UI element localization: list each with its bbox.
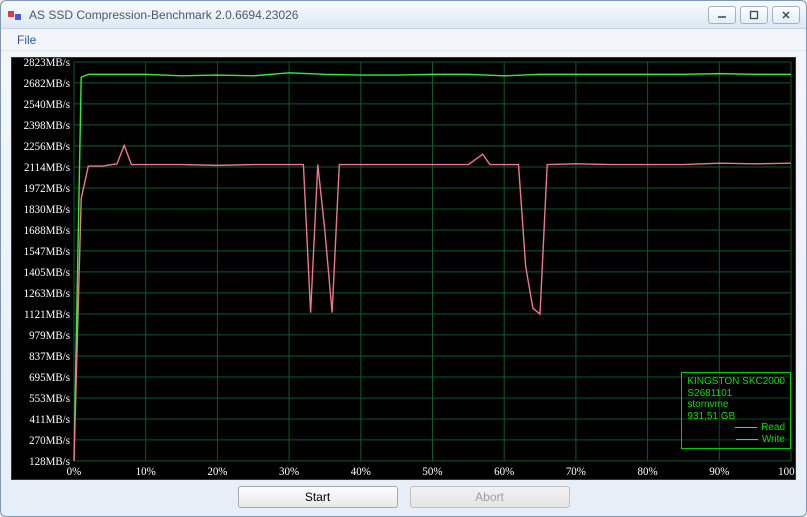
legend-capacity: 931,51 GB (687, 411, 785, 423)
window-controls (708, 6, 800, 24)
compression-chart: 128MB/s 270MB/s 411MB/s 553MB/s 695MB/s 837MB… (12, 58, 795, 479)
legend-device: KINGSTON SKC2000 (687, 376, 785, 388)
svg-text:10%: 10% (136, 466, 156, 478)
svg-text:20%: 20% (207, 466, 227, 478)
svg-text:2823MB/s: 2823MB/s (24, 58, 70, 69)
svg-text:2540MB/s: 2540MB/s (24, 99, 70, 111)
svg-text:128MB/s: 128MB/s (29, 456, 70, 468)
svg-text:1263MB/s: 1263MB/s (24, 288, 70, 300)
svg-text:30%: 30% (279, 466, 299, 478)
svg-text:270MB/s: 270MB/s (29, 435, 70, 447)
legend-box: KINGSTON SKC2000 S2681101 stornvme 931,5… (681, 372, 791, 449)
maximize-icon (749, 10, 759, 20)
legend-read: Read (687, 422, 785, 434)
svg-text:2114MB/s: 2114MB/s (24, 162, 70, 174)
minimize-icon (717, 10, 727, 20)
chart-area: 128MB/s 270MB/s 411MB/s 553MB/s 695MB/s 837MB… (11, 57, 796, 480)
svg-text:0%: 0% (67, 466, 82, 478)
legend-write: Write (687, 434, 785, 446)
svg-text:100%: 100% (778, 466, 795, 478)
legend-read-label: Read (761, 422, 785, 434)
svg-text:40%: 40% (351, 466, 371, 478)
button-row: Start Abort (1, 484, 806, 516)
app-window: AS SSD Compression-Benchmark 2.0.6694.23… (0, 0, 807, 517)
svg-text:90%: 90% (709, 466, 729, 478)
start-button[interactable]: Start (238, 486, 398, 508)
svg-text:60%: 60% (494, 466, 514, 478)
svg-text:1547MB/s: 1547MB/s (24, 246, 70, 258)
window-title: AS SSD Compression-Benchmark 2.0.6694.23… (29, 8, 708, 22)
svg-text:411MB/s: 411MB/s (30, 414, 70, 426)
svg-text:1830MB/s: 1830MB/s (24, 204, 70, 216)
svg-text:70%: 70% (566, 466, 586, 478)
svg-text:2256MB/s: 2256MB/s (24, 141, 70, 153)
legend-swatch-read (735, 427, 757, 428)
close-icon (781, 10, 791, 20)
legend-serial: S2681101 (687, 388, 785, 400)
svg-text:80%: 80% (638, 466, 658, 478)
svg-text:50%: 50% (422, 466, 442, 478)
svg-text:695MB/s: 695MB/s (29, 372, 70, 384)
abort-button: Abort (410, 486, 570, 508)
menu-file[interactable]: File (9, 31, 44, 49)
legend-swatch-write (736, 439, 758, 440)
app-icon (7, 7, 23, 23)
menubar: File (1, 29, 806, 51)
svg-text:553MB/s: 553MB/s (29, 393, 70, 405)
legend-write-label: Write (762, 434, 785, 446)
close-button[interactable] (772, 6, 800, 24)
svg-text:1972MB/s: 1972MB/s (24, 183, 70, 195)
svg-text:1121MB/s: 1121MB/s (24, 309, 70, 321)
svg-text:2682MB/s: 2682MB/s (24, 78, 70, 90)
titlebar: AS SSD Compression-Benchmark 2.0.6694.23… (1, 1, 806, 29)
svg-text:979MB/s: 979MB/s (29, 330, 70, 342)
svg-text:1405MB/s: 1405MB/s (24, 267, 70, 279)
legend-driver: stornvme (687, 399, 785, 411)
svg-text:837MB/s: 837MB/s (29, 351, 70, 363)
maximize-button[interactable] (740, 6, 768, 24)
svg-text:2398MB/s: 2398MB/s (24, 120, 70, 132)
minimize-button[interactable] (708, 6, 736, 24)
svg-text:1688MB/s: 1688MB/s (24, 225, 70, 237)
